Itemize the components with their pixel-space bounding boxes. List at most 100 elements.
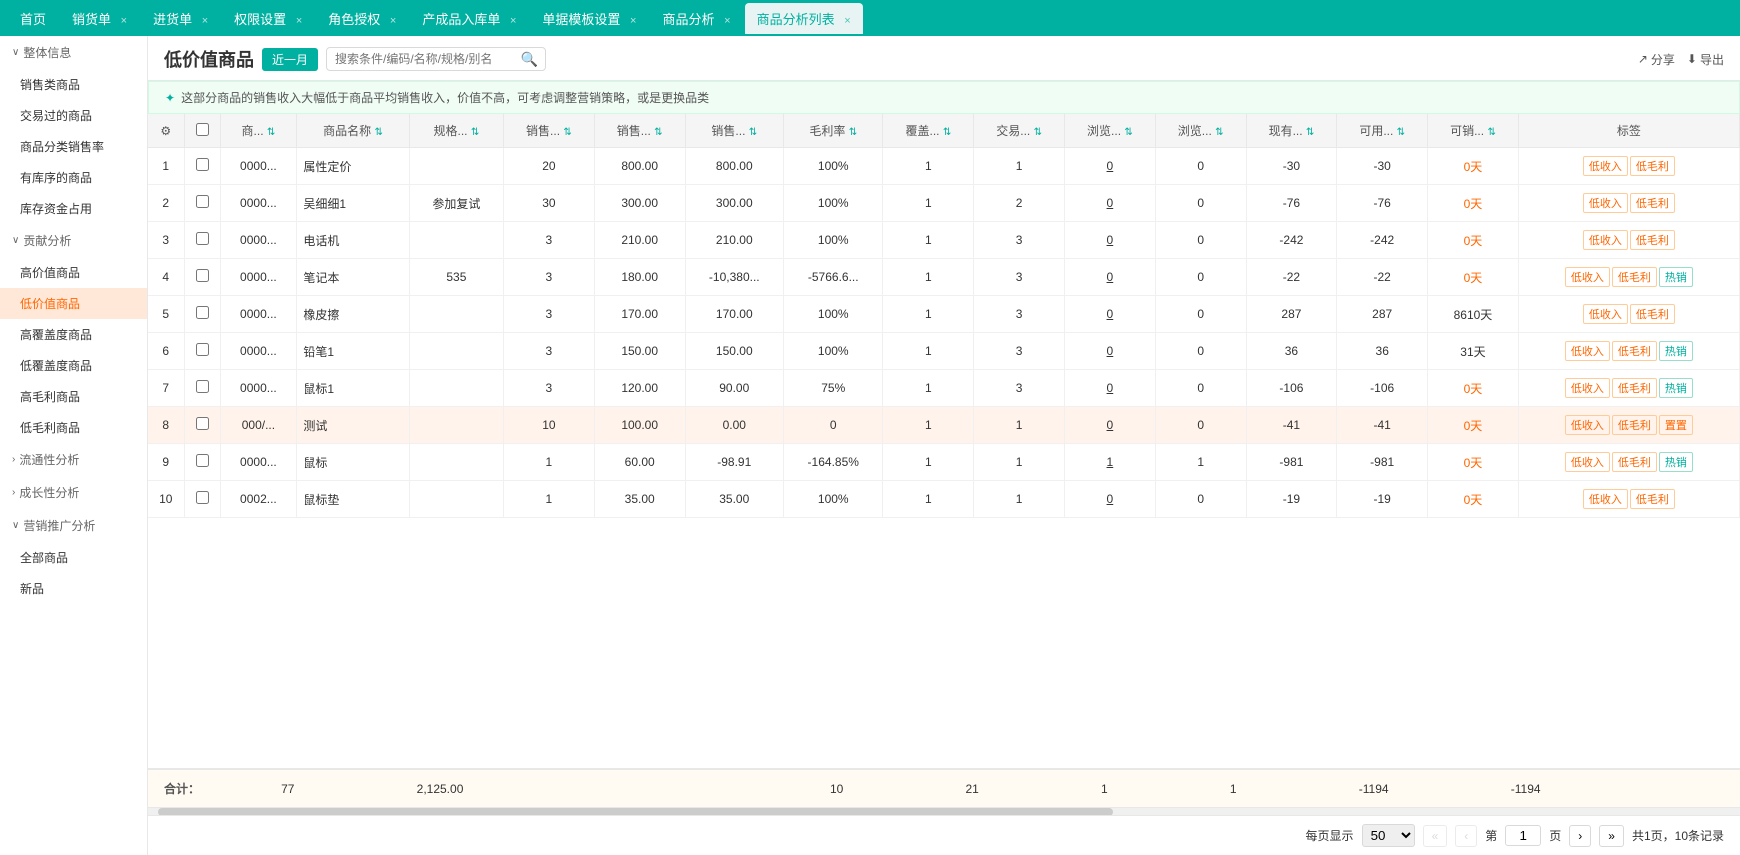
row-col11[interactable]: 0	[1065, 259, 1156, 296]
browse-count[interactable]: 0	[1107, 233, 1114, 247]
nav-product-in[interactable]: 产成品入库单 ×	[410, 3, 528, 34]
sidebar-item-all-products[interactable]: 全部商品	[0, 542, 147, 573]
nav-home[interactable]: 首页	[8, 3, 58, 34]
sidebar-item-traded-products[interactable]: 交易过的商品	[0, 100, 147, 131]
row-col11[interactable]: 0	[1065, 148, 1156, 185]
sidebar-item-high-value[interactable]: 高价值商品	[0, 257, 147, 288]
nav-close-icon[interactable]: ×	[724, 15, 730, 27]
row-select-checkbox[interactable]	[196, 491, 209, 504]
sidebar-item-new-products[interactable]: 新品	[0, 573, 147, 604]
sidebar-item-high-coverage[interactable]: 高覆盖度商品	[0, 319, 147, 350]
col-browse1-header[interactable]: 浏览... ⇅	[1065, 114, 1156, 148]
nav-purchase-order[interactable]: 进货单 ×	[141, 3, 220, 34]
col-name-header[interactable]: 商品名称 ⇅	[297, 114, 409, 148]
share-button[interactable]: ↗ 分享	[1638, 51, 1675, 68]
row-select-checkbox[interactable]	[196, 195, 209, 208]
row-select-checkbox[interactable]	[196, 158, 209, 171]
sidebar-group-contribution[interactable]: ∨ 贡献分析	[0, 224, 147, 257]
sidebar-item-stocked-products[interactable]: 有库序的商品	[0, 162, 147, 193]
row-select-checkbox[interactable]	[196, 269, 209, 282]
col-coverage-header[interactable]: 覆盖... ⇅	[883, 114, 974, 148]
row-checkbox[interactable]	[184, 185, 220, 222]
sidebar-group-marketing[interactable]: ∨ 营销推广分析	[0, 509, 147, 542]
sidebar-item-inventory-capital[interactable]: 库存资金占用	[0, 193, 147, 224]
prev-page-button[interactable]: ‹	[1455, 825, 1477, 847]
row-select-checkbox[interactable]	[196, 306, 209, 319]
row-checkbox[interactable]	[184, 333, 220, 370]
row-col11[interactable]: 0	[1065, 185, 1156, 222]
col-sales1-header[interactable]: 销售... ⇅	[504, 114, 595, 148]
nav-close-icon[interactable]: ×	[630, 15, 636, 27]
row-col11[interactable]: 0	[1065, 296, 1156, 333]
sidebar-item-category-sales-rate[interactable]: 商品分类销售率	[0, 131, 147, 162]
nav-close-icon[interactable]: ×	[296, 15, 302, 27]
sidebar-item-low-coverage[interactable]: 低覆盖度商品	[0, 350, 147, 381]
nav-product-analysis[interactable]: 商品分析 ×	[650, 3, 742, 34]
row-col11[interactable]: 0	[1065, 333, 1156, 370]
nav-close-icon[interactable]: ×	[121, 15, 127, 27]
export-button[interactable]: ⬇ 导出	[1687, 51, 1724, 68]
browse-count[interactable]: 1	[1107, 455, 1114, 469]
row-select-checkbox[interactable]	[196, 380, 209, 393]
sidebar-item-low-margin[interactable]: 低毛利商品	[0, 412, 147, 443]
row-checkbox[interactable]	[184, 407, 220, 444]
row-col11[interactable]: 0	[1065, 222, 1156, 259]
row-col11[interactable]: 0	[1065, 407, 1156, 444]
sidebar-group-growth[interactable]: › 成长性分析	[0, 476, 147, 509]
nav-role-auth[interactable]: 角色授权 ×	[316, 3, 408, 34]
browse-count[interactable]: 0	[1107, 381, 1114, 395]
row-select-checkbox[interactable]	[196, 232, 209, 245]
browse-count[interactable]: 0	[1107, 196, 1114, 210]
page-number-input[interactable]	[1505, 825, 1541, 846]
row-select-checkbox[interactable]	[196, 417, 209, 430]
col-code-header[interactable]: 商... ⇅	[220, 114, 297, 148]
row-checkbox[interactable]	[184, 370, 220, 407]
browse-count[interactable]: 0	[1107, 418, 1114, 432]
col-sellable-header[interactable]: 可销... ⇅	[1428, 114, 1519, 148]
search-icon[interactable]: 🔍	[521, 51, 538, 68]
nav-product-analysis-list[interactable]: 商品分析列表 ×	[745, 3, 863, 34]
row-select-checkbox[interactable]	[196, 454, 209, 467]
sidebar-group-overall[interactable]: ∨ 整体信息	[0, 36, 147, 69]
row-select-checkbox[interactable]	[196, 343, 209, 356]
row-col11[interactable]: 1	[1065, 444, 1156, 481]
nav-close-icon[interactable]: ×	[510, 15, 516, 27]
col-sales2-header[interactable]: 销售... ⇅	[594, 114, 685, 148]
nav-template-settings[interactable]: 单据模板设置 ×	[530, 3, 648, 34]
nav-permissions[interactable]: 权限设置 ×	[222, 3, 314, 34]
row-col11[interactable]: 0	[1065, 481, 1156, 518]
row-checkbox[interactable]	[184, 296, 220, 333]
browse-count[interactable]: 0	[1107, 270, 1114, 284]
sidebar-item-low-value[interactable]: 低价值商品	[0, 288, 147, 319]
browse-count[interactable]: 0	[1107, 307, 1114, 321]
col-spec-header[interactable]: 规格... ⇅	[409, 114, 503, 148]
nav-close-icon[interactable]: ×	[390, 15, 396, 27]
nav-close-icon[interactable]: ×	[202, 15, 208, 27]
row-checkbox[interactable]	[184, 259, 220, 296]
browse-count[interactable]: 0	[1107, 492, 1114, 506]
browse-count[interactable]: 0	[1107, 159, 1114, 173]
sidebar-item-sales-products[interactable]: 销售类商品	[0, 69, 147, 100]
col-margin-header[interactable]: 毛利率 ⇅	[784, 114, 883, 148]
nav-close-icon[interactable]: ×	[844, 15, 850, 27]
nav-sales-order[interactable]: 销货单 ×	[60, 3, 139, 34]
col-stock-header[interactable]: 现有... ⇅	[1246, 114, 1337, 148]
sidebar-group-circulation[interactable]: › 流通性分析	[0, 443, 147, 476]
col-browse2-header[interactable]: 浏览... ⇅	[1155, 114, 1246, 148]
period-button[interactable]: 近一月	[262, 48, 318, 71]
next-page-button[interactable]: ›	[1569, 825, 1591, 847]
row-checkbox[interactable]	[184, 481, 220, 518]
last-page-button[interactable]: »	[1599, 825, 1624, 847]
first-page-button[interactable]: «	[1423, 825, 1448, 847]
col-available-header[interactable]: 可用... ⇅	[1337, 114, 1428, 148]
browse-count[interactable]: 0	[1107, 344, 1114, 358]
sidebar-item-high-margin[interactable]: 高毛利商品	[0, 381, 147, 412]
search-input[interactable]	[326, 47, 546, 71]
per-page-select[interactable]: 50 100 200	[1362, 824, 1415, 847]
row-checkbox[interactable]	[184, 222, 220, 259]
col-sales3-header[interactable]: 销售... ⇅	[685, 114, 783, 148]
row-col11[interactable]: 0	[1065, 370, 1156, 407]
checkbox-header[interactable]	[184, 114, 220, 148]
col-trade-header[interactable]: 交易... ⇅	[974, 114, 1065, 148]
select-all-checkbox[interactable]	[196, 123, 209, 136]
